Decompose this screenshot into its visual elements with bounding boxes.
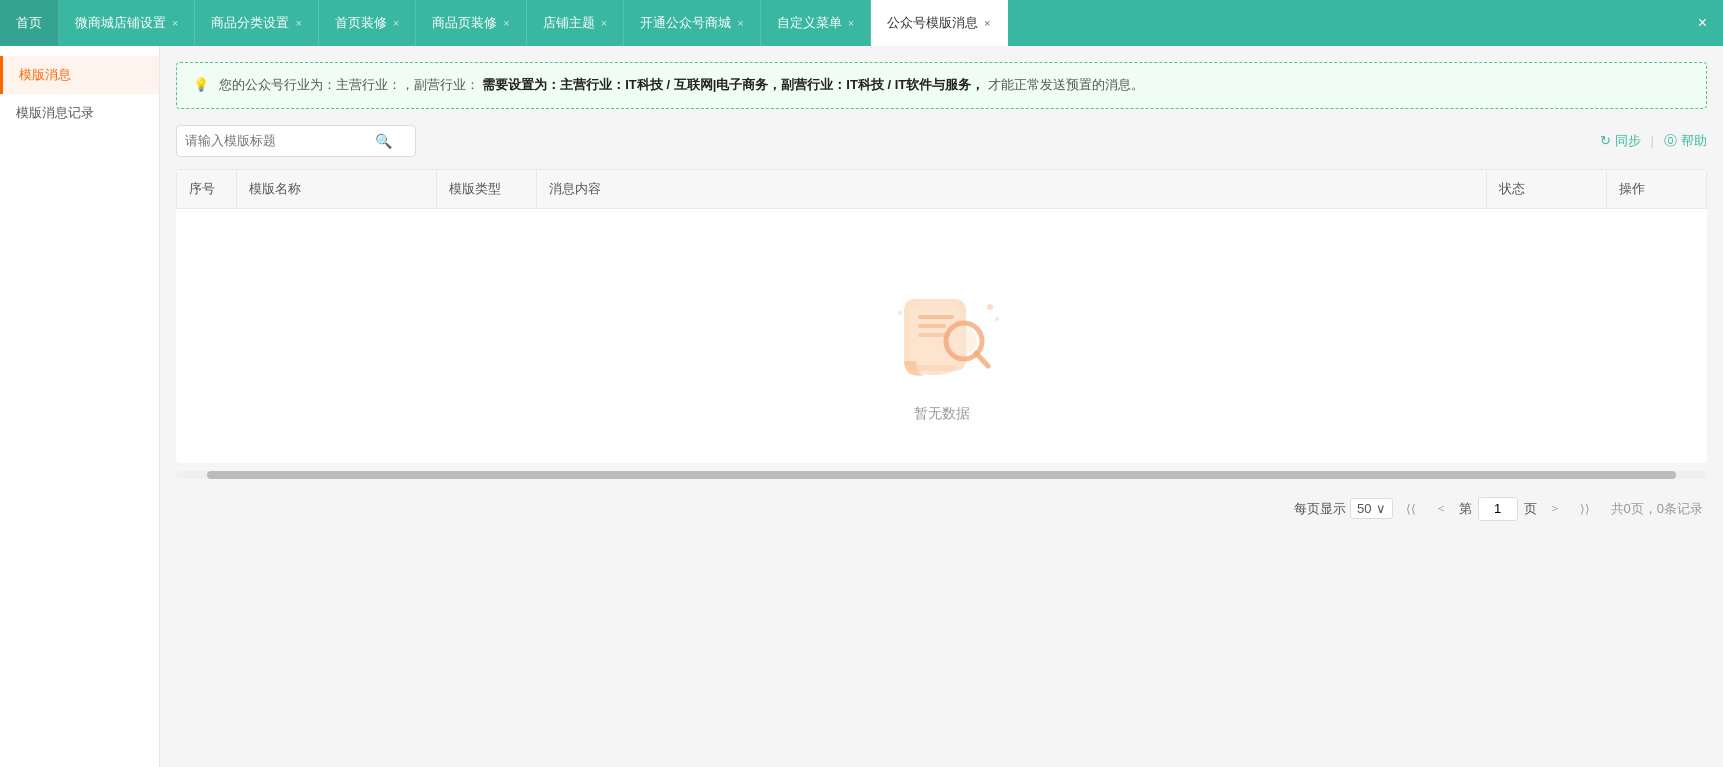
page-unit: 页 — [1524, 500, 1537, 518]
nav-tab-shop-theme[interactable]: 店铺主题 × — [527, 0, 624, 46]
svg-point-10 — [995, 317, 999, 321]
pagination: 每页显示 50 ∨ ⟨⟨ ＜ 第 页 ＞ ⟩⟩ 共0页，0条记录 — [176, 487, 1707, 531]
close-icon[interactable]: × — [172, 17, 178, 29]
page-size-select: 每页显示 50 ∨ — [1294, 498, 1392, 519]
col-header-content: 消息内容 — [537, 169, 1487, 208]
nav-tab-label: 微商城店铺设置 — [75, 14, 166, 32]
close-icon[interactable]: × — [848, 17, 854, 29]
page-label: 第 — [1459, 500, 1472, 518]
nav-tab-label: 首页装修 — [335, 14, 387, 32]
notice-box: 💡 您的公众号行业为：主营行业：，副营行业： 需要设置为：主营行业：IT科技 /… — [176, 62, 1707, 109]
svg-point-7 — [951, 328, 977, 354]
search-input-wrap[interactable]: 🔍 — [176, 125, 416, 157]
nav-tab-label: 公众号模版消息 — [887, 14, 978, 32]
sync-icon: ↻ — [1600, 133, 1611, 148]
col-header-type: 模版类型 — [437, 169, 537, 208]
nav-tab-label: 店铺主题 — [543, 14, 595, 32]
close-all-button[interactable]: × — [1682, 0, 1723, 46]
page-size-dropdown[interactable]: 50 ∨ — [1350, 498, 1392, 519]
sidebar-item-label: 模版消息记录 — [16, 105, 94, 120]
horizontal-scrollbar[interactable] — [176, 471, 1707, 479]
col-header-status: 状态 — [1487, 169, 1607, 208]
nav-tab-label: 自定义菜单 — [777, 14, 842, 32]
notice-highlight: 需要设置为：主营行业：IT科技 / 互联网|电子商务，副营行业：IT科技 / I… — [482, 77, 984, 92]
nav-tab-custom-menu[interactable]: 自定义菜单 × — [761, 0, 871, 46]
col-header-name: 模版名称 — [237, 169, 437, 208]
next-page-button[interactable]: ＞ — [1543, 497, 1567, 521]
close-icon[interactable]: × — [295, 17, 301, 29]
sidebar-item-label: 模版消息 — [19, 67, 71, 82]
close-icon[interactable]: × — [393, 17, 399, 29]
help-label: 帮助 — [1681, 132, 1707, 150]
prev-page-button[interactable]: ＜ — [1429, 497, 1453, 521]
page-size-label: 每页显示 — [1294, 500, 1346, 518]
help-icon: ⓪ — [1664, 132, 1677, 150]
search-input[interactable] — [185, 133, 375, 148]
svg-rect-4 — [918, 324, 946, 328]
notice-prefix: 您的公众号行业为：主营行业：，副营行业： — [219, 77, 479, 92]
first-page-button[interactable]: ⟨⟨ — [1399, 497, 1423, 521]
nav-tab-label: 开通公众号商城 — [640, 14, 731, 32]
toolbar-right: ↻ 同步 | ⓪ 帮助 — [1600, 132, 1707, 150]
col-header-action: 操作 — [1607, 169, 1707, 208]
sync-button[interactable]: ↻ 同步 — [1600, 132, 1641, 150]
search-icon[interactable]: 🔍 — [375, 133, 392, 149]
chevron-down-icon: ∨ — [1376, 501, 1386, 516]
sidebar-item-template-log[interactable]: 模版消息记录 — [0, 94, 159, 132]
nav-tab-label: 商品页装修 — [432, 14, 497, 32]
scroll-thumb[interactable] — [207, 471, 1677, 479]
sync-label: 同步 — [1615, 132, 1641, 150]
last-page-button[interactable]: ⟩⟩ — [1573, 497, 1597, 521]
page-number-input[interactable] — [1478, 497, 1518, 521]
data-table: 序号 模版名称 模版类型 消息内容 状态 操作 — [176, 169, 1707, 463]
sidebar: 模版消息 模版消息记录 — [0, 46, 160, 767]
top-nav: 首页 微商城店铺设置 × 商品分类设置 × 首页装修 × 商品页装修 × 店铺主… — [0, 0, 1723, 46]
col-header-seq: 序号 — [177, 169, 237, 208]
sidebar-item-template-msg[interactable]: 模版消息 — [0, 56, 159, 94]
nav-tab-home[interactable]: 首页 — [0, 0, 59, 46]
close-icon[interactable]: × — [601, 17, 607, 29]
table-empty-row: 暂无数据 — [177, 208, 1707, 463]
search-bar: 🔍 ↻ 同步 | ⓪ 帮助 — [176, 125, 1707, 157]
svg-line-8 — [976, 353, 988, 366]
close-icon[interactable]: × — [737, 17, 743, 29]
close-icon[interactable]: × — [984, 17, 990, 29]
close-all-icon: × — [1698, 14, 1707, 32]
empty-state-illustration — [882, 269, 1002, 389]
nav-tab-product-decor[interactable]: 商品页装修 × — [416, 0, 526, 46]
nav-tab-product-category[interactable]: 商品分类设置 × — [195, 0, 318, 46]
toolbar-divider: | — [1651, 133, 1654, 148]
notice-suffix: 才能正常发送预置的消息。 — [988, 77, 1144, 92]
empty-text: 暂无数据 — [914, 405, 970, 423]
empty-state: 暂无数据 — [177, 209, 1707, 463]
nav-tab-open-mall[interactable]: 开通公众号商城 × — [624, 0, 760, 46]
main-layout: 模版消息 模版消息记录 💡 您的公众号行业为：主营行业：，副营行业： 需要设置为… — [0, 46, 1723, 767]
close-icon[interactable]: × — [503, 17, 509, 29]
nav-tab-shop-settings[interactable]: 微商城店铺设置 × — [59, 0, 195, 46]
table-header-row: 序号 模版名称 模版类型 消息内容 状态 操作 — [177, 169, 1707, 208]
svg-point-11 — [898, 311, 902, 315]
lightbulb-icon: 💡 — [193, 77, 209, 92]
page-size-value: 50 — [1357, 501, 1371, 516]
svg-point-9 — [987, 304, 993, 310]
nav-tab-template-msg[interactable]: 公众号模版消息 × — [871, 0, 1007, 46]
content-area: 💡 您的公众号行业为：主营行业：，副营行业： 需要设置为：主营行业：IT科技 /… — [160, 46, 1723, 767]
nav-tab-label: 首页 — [16, 14, 42, 32]
nav-tab-home-decor[interactable]: 首页装修 × — [319, 0, 416, 46]
svg-rect-3 — [918, 315, 954, 319]
help-button[interactable]: ⓪ 帮助 — [1664, 132, 1707, 150]
page-total: 共0页，0条记录 — [1611, 500, 1703, 518]
nav-tab-label: 商品分类设置 — [211, 14, 289, 32]
